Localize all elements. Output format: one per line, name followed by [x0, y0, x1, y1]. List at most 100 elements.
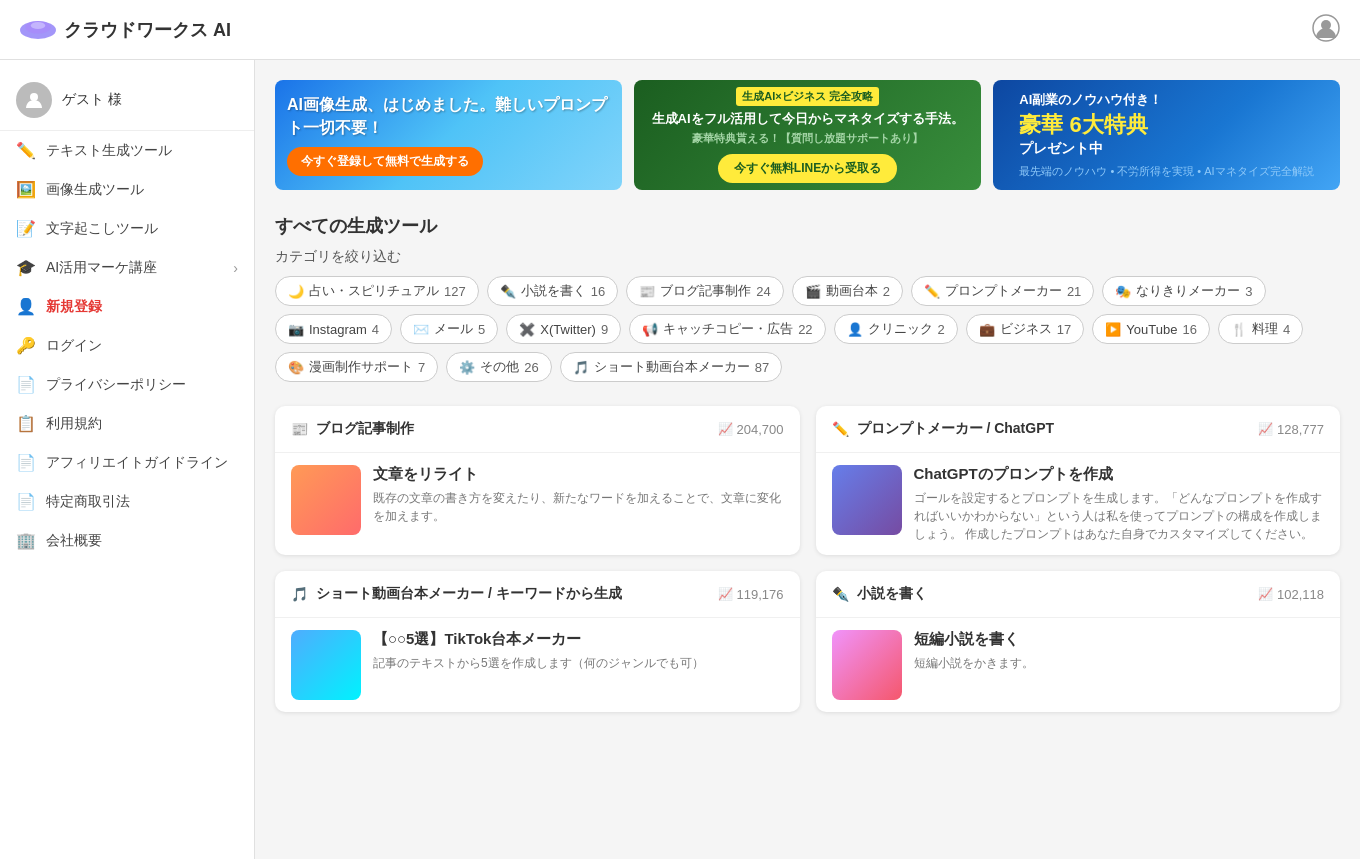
chatgpt-prompt-desc: ゴールを設定するとプロンプトを生成します。「どんなプロンプトを作成すればいいかわ…	[914, 489, 1325, 543]
cooking-cat-label: 料理	[1252, 320, 1278, 338]
blog-section-icon: 📰	[291, 421, 308, 437]
blog-section-header: 📰 ブログ記事制作 📈 204,700	[275, 406, 800, 453]
sidebar-item-text-tool[interactable]: ✏️ テキスト生成ツール	[0, 131, 254, 170]
login-label: ログイン	[46, 337, 102, 355]
business-cat-icon: 💼	[979, 322, 995, 337]
banner-2-main-text: 生成AIをフル活用して今日からマネタイズする手法。	[652, 110, 964, 128]
sidebar-item-company[interactable]: 🏢 会社概要	[0, 521, 254, 560]
terms-label: 利用規約	[46, 415, 102, 433]
category-badge-mail[interactable]: ✉️ メール 5	[400, 314, 498, 344]
sidebar-user: ゲスト 様	[0, 70, 254, 131]
other-cat-icon: ⚙️	[459, 360, 475, 375]
rewrite-info: 文章をリライト 既存の文章の書き方を変えたり、新たなワードを加えることで、文章に…	[373, 465, 784, 535]
other-cat-count: 26	[524, 360, 538, 375]
category-badge-script[interactable]: 🎬 動画台本 2	[792, 276, 903, 306]
short-section-header: 🎵 ショート動画台本メーカー / キーワードから生成 📈 119,176	[275, 571, 800, 618]
category-badge-blog[interactable]: 📰 ブログ記事制作 24	[626, 276, 783, 306]
blog-section-count: 📈 204,700	[718, 422, 784, 437]
fortune-cat-label: 占い・スピリチュアル	[309, 282, 439, 300]
sidebar: ゲスト 様 ✏️ テキスト生成ツール 🖼️ 画像生成ツール 📝 文字起こしツール…	[0, 60, 255, 859]
banner-2-badge: 生成AI×ビジネス 完全攻略	[736, 87, 878, 106]
sidebar-item-terms[interactable]: 📋 利用規約	[0, 404, 254, 443]
category-badge-fortune[interactable]: 🌙 占い・スピリチュアル 127	[275, 276, 479, 306]
sidebar-item-transcription-tool[interactable]: 📝 文字起こしツール	[0, 209, 254, 248]
prompt-section-name: ✏️ プロンプトメーカー / ChatGPT	[832, 420, 1055, 438]
tool-section-short-section: 🎵 ショート動画台本メーカー / キーワードから生成 📈 119,176 【○○…	[275, 571, 800, 712]
roleplay-cat-count: 3	[1245, 284, 1252, 299]
tools-grid: 📰 ブログ記事制作 📈 204,700 文章をリライト 既存の文章の書き方を変え…	[275, 406, 1340, 712]
category-badge-short-video[interactable]: 🎵 ショート動画台本メーカー 87	[560, 352, 782, 382]
banner-monetize[interactable]: 生成AI×ビジネス 完全攻略 生成AIをフル活用して今日からマネタイズする手法。…	[634, 80, 981, 190]
account-icon	[1312, 14, 1340, 42]
category-badge-instagram[interactable]: 📷 Instagram 4	[275, 314, 392, 344]
category-badge-twitter[interactable]: ✖️ X(Twitter) 9	[506, 314, 621, 344]
category-badge-catchcopy[interactable]: 📢 キャッチコピー・広告 22	[629, 314, 825, 344]
category-badge-other[interactable]: ⚙️ その他 26	[446, 352, 551, 382]
banner-1-button[interactable]: 今すぐ登録して無料で生成する	[287, 147, 483, 176]
text-tool-icon: ✏️	[16, 141, 36, 160]
tool-item-short-novel[interactable]: 短編小説を書く 短編小説をかきます。	[816, 618, 1341, 712]
manga-cat-count: 7	[418, 360, 425, 375]
section-title: すべての生成ツール	[275, 214, 1340, 238]
cooking-cat-icon: 🍴	[1231, 322, 1247, 337]
sidebar-item-affiliate[interactable]: 📄 アフィリエイトガイドライン	[0, 443, 254, 482]
category-badge-business[interactable]: 💼 ビジネス 17	[966, 314, 1084, 344]
account-button[interactable]	[1312, 14, 1340, 45]
logo[interactable]: クラウドワークス AI	[20, 18, 231, 42]
sidebar-item-login[interactable]: 🔑 ログイン	[0, 326, 254, 365]
manga-cat-icon: 🎨	[288, 360, 304, 375]
banner-1-main-text: AI画像生成、はじめました。難しいプロンプト一切不要！	[287, 94, 610, 139]
logo-text: クラウドワークス AI	[64, 18, 231, 42]
tool-item-tiktok[interactable]: 【○○5選】TikTok台本メーカー 記事のテキストから5選を作成します（何のジ…	[275, 618, 800, 712]
banner-2-button[interactable]: 今すぐ無料LINEから受取る	[718, 154, 897, 183]
category-badge-prompt[interactable]: ✏️ プロンプトメーカー 21	[911, 276, 1094, 306]
novel-section-count-value: 102,118	[1277, 587, 1324, 602]
new-register-icon: 👤	[16, 297, 36, 316]
prompt-section-count: 📈 128,777	[1258, 422, 1324, 437]
sidebar-item-image-tool[interactable]: 🖼️ 画像生成ツール	[0, 170, 254, 209]
sidebar-item-privacy[interactable]: 📄 プライバシーポリシー	[0, 365, 254, 404]
category-badge-clinic[interactable]: 👤 クリニック 2	[834, 314, 958, 344]
sidebar-item-commerce[interactable]: 📄 特定商取引法	[0, 482, 254, 521]
banner-6gifts[interactable]: AI副業のノウハウ付き！ 豪華 6大特典 プレゼント中 最先端のノウハウ • 不…	[993, 80, 1340, 190]
prompt-cat-count: 21	[1067, 284, 1081, 299]
tool-item-chatgpt-prompt[interactable]: ChatGPTのプロンプトを作成 ゴールを設定するとプロンプトを生成します。「ど…	[816, 453, 1341, 555]
roleplay-cat-icon: 🎭	[1115, 284, 1131, 299]
blog-section-name: 📰 ブログ記事制作	[291, 420, 414, 438]
sidebar-item-new-register[interactable]: 👤 新規登録	[0, 287, 254, 326]
tiktok-info: 【○○5選】TikTok台本メーカー 記事のテキストから5選を作成します（何のジ…	[373, 630, 784, 700]
short-novel-desc: 短編小説をかきます。	[914, 654, 1325, 672]
banners-container: AI画像生成、はじめました。難しいプロンプト一切不要！ 今すぐ登録して無料で生成…	[275, 80, 1340, 190]
short-novel-name: 短編小説を書く	[914, 630, 1325, 649]
instagram-cat-icon: 📷	[288, 322, 304, 337]
novel-section-icon: ✒️	[832, 586, 849, 602]
short-section-label: ショート動画台本メーカー / キーワードから生成	[316, 585, 622, 603]
category-badge-youtube[interactable]: ▶️ YouTube 16	[1092, 314, 1210, 344]
tool-section-novel-section: ✒️ 小説を書く 📈 102,118 短編小説を書く 短編小説をかきます。	[816, 571, 1341, 712]
tool-item-rewrite[interactable]: 文章をリライト 既存の文章の書き方を変えたり、新たなワードを加えることで、文章に…	[275, 453, 800, 547]
category-badge-novel[interactable]: ✒️ 小説を書く 16	[487, 276, 618, 306]
prompt-section-label: プロンプトメーカー / ChatGPT	[857, 420, 1055, 438]
ai-lecture-icon: 🎓	[16, 258, 36, 277]
banner-3-top-text: AI副業のノウハウ付き！	[1019, 91, 1313, 109]
image-tool-icon: 🖼️	[16, 180, 36, 199]
blog-section-label: ブログ記事制作	[316, 420, 414, 438]
banner-ai-image[interactable]: AI画像生成、はじめました。難しいプロンプト一切不要！ 今すぐ登録して無料で生成…	[275, 80, 622, 190]
category-badge-manga[interactable]: 🎨 漫画制作サポート 7	[275, 352, 438, 382]
sidebar-item-ai-lecture[interactable]: 🎓 AI活用マーケ講座 ›	[0, 248, 254, 287]
login-icon: 🔑	[16, 336, 36, 355]
header: クラウドワークス AI	[0, 0, 1360, 60]
category-badge-cooking[interactable]: 🍴 料理 4	[1218, 314, 1303, 344]
filter-label: カテゴリを絞り込む	[275, 248, 1340, 266]
short-video-cat-icon: 🎵	[573, 360, 589, 375]
prompt-section-icon: ✏️	[832, 421, 849, 437]
banner-3-highlight: 豪華 6大特典	[1019, 110, 1313, 140]
novel-section-header: ✒️ 小説を書く 📈 102,118	[816, 571, 1341, 618]
affiliate-label: アフィリエイトガイドライン	[46, 454, 228, 472]
blog-cat-label: ブログ記事制作	[660, 282, 751, 300]
tool-section-blog-section: 📰 ブログ記事制作 📈 204,700 文章をリライト 既存の文章の書き方を変え…	[275, 406, 800, 555]
cooking-cat-count: 4	[1283, 322, 1290, 337]
category-badge-roleplay[interactable]: 🎭 なりきりメーカー 3	[1102, 276, 1265, 306]
category-filters: 🌙 占い・スピリチュアル 127 ✒️ 小説を書く 16 📰 ブログ記事制作 2…	[275, 276, 1340, 382]
prompt-section-count-value: 128,777	[1277, 422, 1324, 437]
